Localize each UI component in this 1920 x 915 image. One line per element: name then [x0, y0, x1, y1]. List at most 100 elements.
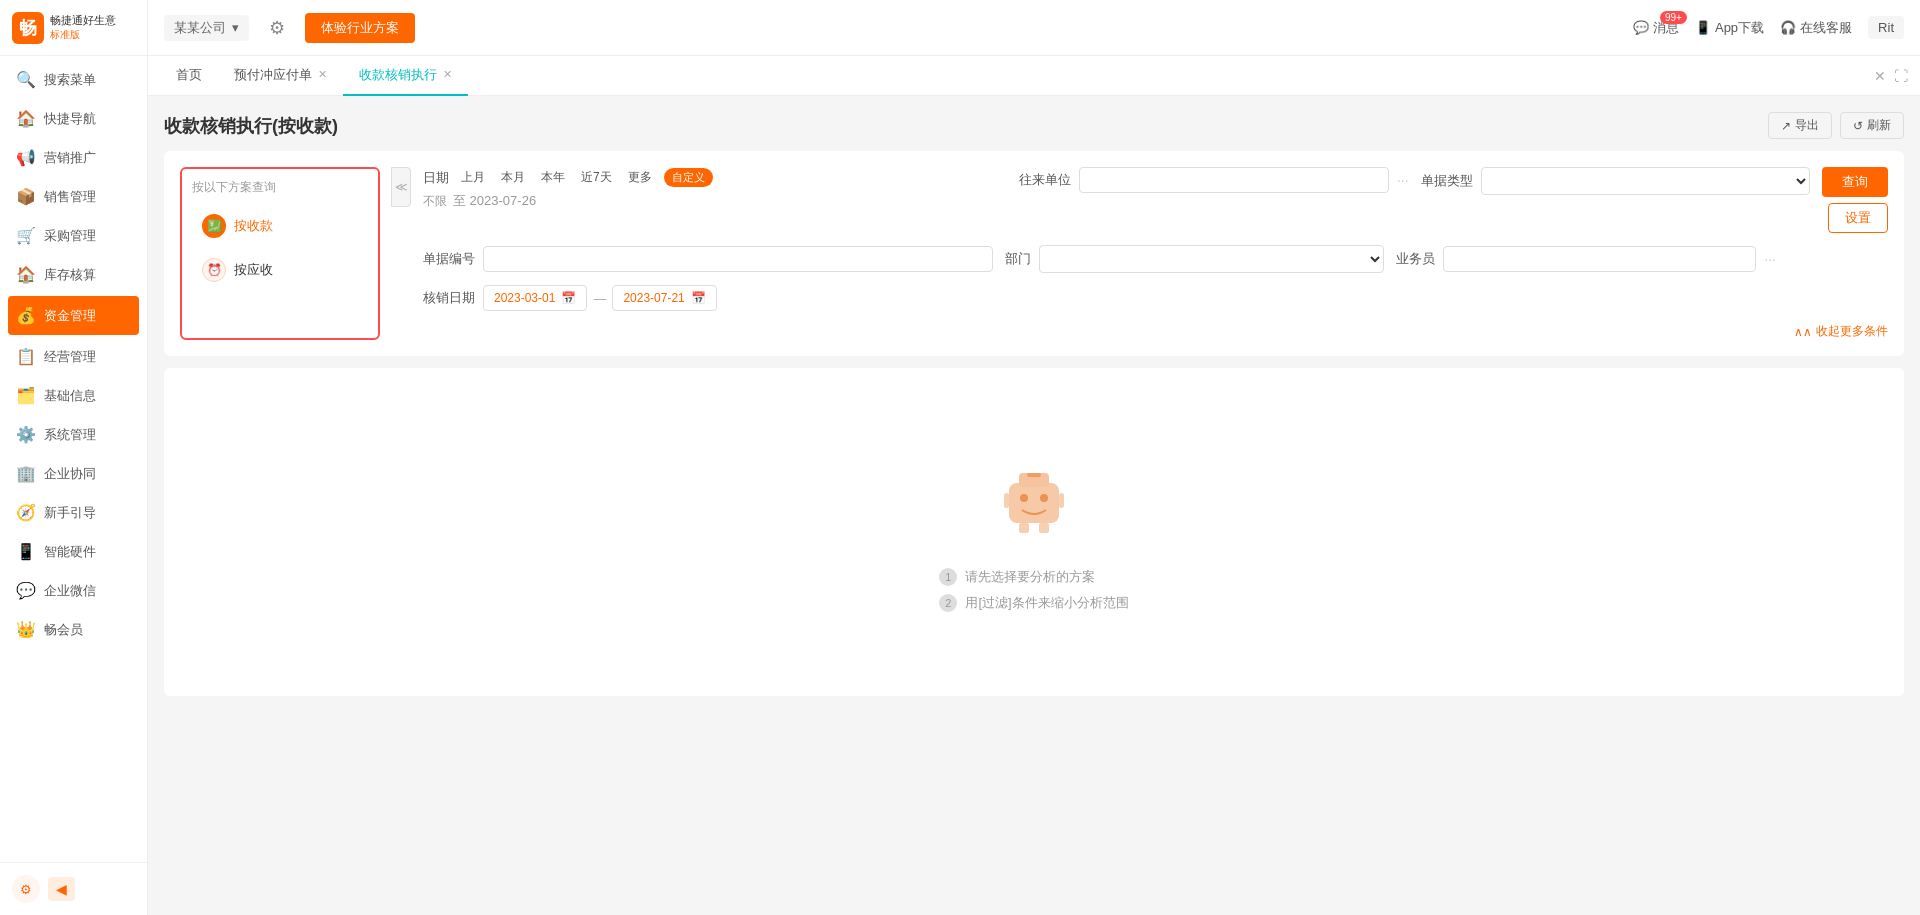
- date-shortcut-7days[interactable]: 近7天: [577, 167, 616, 188]
- solution-button[interactable]: 体验行业方案: [305, 13, 415, 43]
- sidebar-item-member[interactable]: 👑 畅会员: [0, 610, 147, 649]
- dept-select[interactable]: [1039, 245, 1385, 273]
- empty-tip-1: 1 请先选择要分析的方案: [939, 564, 1128, 590]
- topbar-right: 💬 消息 99+ 📱 App下载 🎧 在线客服 Rit: [1633, 16, 1904, 39]
- enterprise-icon: 🏢: [16, 464, 36, 483]
- query-button[interactable]: 查询: [1822, 167, 1888, 197]
- page-actions: ↗ 导出 ↺ 刷新: [1768, 112, 1904, 139]
- date-shortcut-this-year[interactable]: 本年: [537, 167, 569, 188]
- svg-rect-8: [1027, 473, 1041, 477]
- tab-close-receivable[interactable]: ✕: [443, 68, 452, 81]
- setting-button[interactable]: 设置: [1828, 203, 1888, 233]
- empty-illustration: [984, 448, 1084, 548]
- empty-tips: 1 请先选择要分析的方案 2 用[过滤]条件来缩小分析范围: [939, 564, 1128, 616]
- sidebar-item-finance[interactable]: 💰 资金管理: [8, 296, 139, 335]
- filter-option-by-receivable[interactable]: ⏰ 按应收: [192, 250, 368, 290]
- staff-input[interactable]: [1443, 246, 1756, 272]
- sidebar-item-enterprise[interactable]: 🏢 企业协同: [0, 454, 147, 493]
- app-logo-text: 畅捷通好生意 标准版: [50, 13, 116, 41]
- sidebar-item-purchase[interactable]: 🛒 采购管理: [0, 216, 147, 255]
- marketing-icon: 📢: [16, 148, 36, 167]
- settings-bottom-icon[interactable]: ⚙: [12, 875, 40, 903]
- system-icon: ⚙️: [16, 425, 36, 444]
- sidebar-item-hardware[interactable]: 📱 智能硬件: [0, 532, 147, 571]
- tab-home[interactable]: 首页: [160, 56, 218, 96]
- date-shortcut-last-month[interactable]: 上月: [457, 167, 489, 188]
- headset-icon: 🎧: [1780, 20, 1796, 35]
- operation-icon: 📋: [16, 347, 36, 366]
- calendar-icon: 📅: [561, 291, 576, 305]
- sidebar-item-weixin[interactable]: 💬 企业微信: [0, 571, 147, 610]
- export-icon: ↗: [1781, 119, 1791, 133]
- page-content: 收款核销执行(按收款) ↗ 导出 ↺ 刷新 按以下方案查询 💹 按收款: [148, 96, 1920, 915]
- receipt-icon: 💹: [202, 214, 226, 238]
- filter-scheme-selector: 按以下方案查询 💹 按收款 ⏰ 按应收: [180, 167, 380, 340]
- tab-receivable[interactable]: 收款核销执行 ✕: [343, 56, 468, 96]
- filter-scheme-title: 按以下方案查询: [192, 179, 368, 196]
- sidebar-item-system[interactable]: ⚙️ 系统管理: [0, 415, 147, 454]
- date-shortcut-this-month[interactable]: 本月: [497, 167, 529, 188]
- basic-icon: 🗂️: [16, 386, 36, 405]
- date-unlimited-label: 不限: [423, 193, 447, 210]
- verify-date-range: 2023-03-01 📅 — 2023-07-21 📅: [483, 285, 998, 311]
- sidebar-item-basic[interactable]: 🗂️ 基础信息: [0, 376, 147, 415]
- partner-more-icon[interactable]: ···: [1397, 172, 1409, 188]
- sidebar-item-sales[interactable]: 📦 销售管理: [0, 177, 147, 216]
- sidebar-item-operation[interactable]: 📋 经营管理: [0, 337, 147, 376]
- doc-type-select[interactable]: [1481, 167, 1810, 195]
- user-menu[interactable]: Rit: [1868, 16, 1904, 39]
- message-button[interactable]: 💬 消息 99+: [1633, 19, 1679, 37]
- tab-prepay[interactable]: 预付冲应付单 ✕: [218, 56, 343, 96]
- sidebar-nav: 🔍 搜索菜单 🏠 快捷导航 📢 营销推广 📦 销售管理 🛒 采购管理 🏠 库存核…: [0, 56, 147, 862]
- doc-type-label: 单据类型: [1421, 172, 1473, 190]
- app-download-button[interactable]: 📱 App下载: [1695, 19, 1764, 37]
- tab-close-all-button[interactable]: ✕: [1874, 68, 1886, 84]
- svg-rect-0: [1009, 483, 1059, 523]
- sidebar-item-guide[interactable]: 🧭 新手引导: [0, 493, 147, 532]
- date-dash: —: [593, 291, 606, 306]
- date-shortcut-more[interactable]: 更多: [624, 167, 656, 188]
- verify-end-date[interactable]: 2023-07-21 📅: [612, 285, 716, 311]
- mobile-icon: 📱: [1695, 20, 1711, 35]
- tab-expand-button[interactable]: ⛶: [1894, 68, 1908, 84]
- app-logo-icon: 畅: [12, 12, 44, 44]
- quick-nav-icon: 🏠: [16, 109, 36, 128]
- verify-start-date[interactable]: 2023-03-01 📅: [483, 285, 587, 311]
- svg-point-2: [1020, 494, 1028, 502]
- partner-label: 往来单位: [1019, 171, 1071, 189]
- sidebar-logo: 畅 畅捷通好生意 标准版: [0, 0, 147, 56]
- staff-more-icon[interactable]: ···: [1764, 251, 1776, 267]
- filter-fields-area: 日期 上月 本月 本年 近7天 更多 自定义 不限: [423, 167, 1888, 340]
- dept-field: 部门: [1005, 245, 1385, 273]
- weixin-icon: 💬: [16, 581, 36, 600]
- partner-field: 往来单位 ···: [1019, 167, 1408, 193]
- online-service-button[interactable]: 🎧 在线客服: [1780, 19, 1852, 37]
- partner-input[interactable]: [1079, 167, 1389, 193]
- topbar-gear-button[interactable]: ⚙: [261, 12, 293, 44]
- sidebar-item-search[interactable]: 🔍 搜索菜单: [0, 60, 147, 99]
- doc-no-input[interactable]: [483, 246, 993, 272]
- hardware-icon: 📱: [16, 542, 36, 561]
- sidebar-collapse-button[interactable]: ◀: [48, 877, 75, 901]
- company-name: 某某公司: [174, 19, 226, 37]
- doc-no-field: 单据编号: [423, 246, 993, 272]
- member-icon: 👑: [16, 620, 36, 639]
- sidebar-item-inventory[interactable]: 🏠 库存核算: [0, 255, 147, 294]
- sidebar-item-marketing[interactable]: 📢 营销推广: [0, 138, 147, 177]
- company-selector[interactable]: 某某公司 ▾: [164, 15, 249, 41]
- chevron-left-icon: ≪: [395, 180, 408, 194]
- svg-rect-6: [1019, 523, 1029, 533]
- filter-option-by-receipt[interactable]: 💹 按收款: [192, 206, 368, 246]
- tab-close-prepay[interactable]: ✕: [318, 68, 327, 81]
- svg-point-3: [1040, 494, 1048, 502]
- more-conditions-toggle[interactable]: ∧∧ 收起更多条件: [1794, 323, 1888, 340]
- calendar-icon-end: 📅: [691, 291, 706, 305]
- refresh-button[interactable]: ↺ 刷新: [1840, 112, 1904, 139]
- tabs-actions: ✕ ⛶: [1874, 68, 1908, 84]
- staff-label: 业务员: [1396, 250, 1435, 268]
- date-shortcut-custom[interactable]: 自定义: [664, 168, 713, 187]
- sidebar-item-quick-nav[interactable]: 🏠 快捷导航: [0, 99, 147, 138]
- export-button[interactable]: ↗ 导出: [1768, 112, 1832, 139]
- filter-collapse-button[interactable]: ≪: [391, 167, 411, 207]
- svg-rect-7: [1039, 523, 1049, 533]
